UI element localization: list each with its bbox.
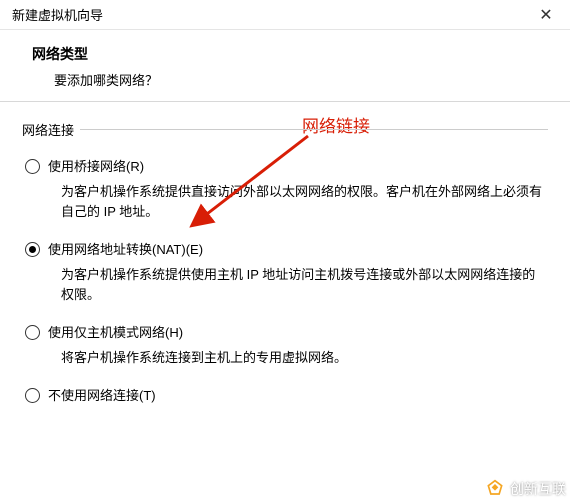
wizard-header: 网络类型 要添加哪类网络？ [0, 30, 570, 102]
radio-option-nat[interactable]: 使用网络地址转换(NAT)(E) [22, 240, 548, 259]
watermark: 创新互联 [485, 479, 566, 499]
content-area: 网络连接 使用桥接网络(R) 为客户机操作系统提供直接访问外部以太网网络的权限。… [0, 102, 570, 425]
radio-group: 使用桥接网络(R) 为客户机操作系统提供直接访问外部以太网网络的权限。客户机在外… [22, 157, 548, 405]
radio-icon [25, 388, 40, 403]
radio-label: 使用网络地址转换(NAT)(E) [48, 240, 203, 259]
annotation-label: 网络链接 [302, 112, 370, 137]
network-fieldset: 网络连接 使用桥接网络(R) 为客户机操作系统提供直接访问外部以太网网络的权限。… [22, 120, 548, 405]
wizard-header-subtitle: 要添加哪类网络？ [32, 70, 558, 89]
radio-label: 使用桥接网络(R) [48, 157, 144, 176]
radio-label: 使用仅主机模式网络(H) [48, 323, 183, 342]
radio-option-none[interactable]: 不使用网络连接(T) [22, 386, 548, 405]
radio-icon [25, 242, 40, 257]
titlebar: 新建虚拟机向导 ✕ [0, 0, 570, 30]
watermark-logo-icon [485, 479, 505, 499]
option-desc-hostonly: 将客户机操作系统连接到主机上的专用虚拟网络。 [61, 348, 548, 368]
radio-label: 不使用网络连接(T) [48, 386, 156, 405]
close-button[interactable]: ✕ [530, 3, 562, 27]
watermark-text: 创新互联 [510, 479, 566, 499]
option-desc-bridged: 为客户机操作系统提供直接访问外部以太网网络的权限。客户机在外部网络上必须有自己的… [61, 182, 548, 222]
radio-icon [25, 325, 40, 340]
radio-option-bridged[interactable]: 使用桥接网络(R) [22, 157, 548, 176]
radio-icon [25, 159, 40, 174]
fieldset-divider [22, 129, 548, 130]
wizard-header-title: 网络类型 [32, 44, 558, 64]
fieldset-legend: 网络连接 [22, 120, 80, 139]
window-title: 新建虚拟机向导 [12, 5, 530, 24]
option-desc-nat: 为客户机操作系统提供使用主机 IP 地址访问主机拨号连接或外部以太网网络连接的权… [61, 265, 548, 305]
radio-option-hostonly[interactable]: 使用仅主机模式网络(H) [22, 323, 548, 342]
